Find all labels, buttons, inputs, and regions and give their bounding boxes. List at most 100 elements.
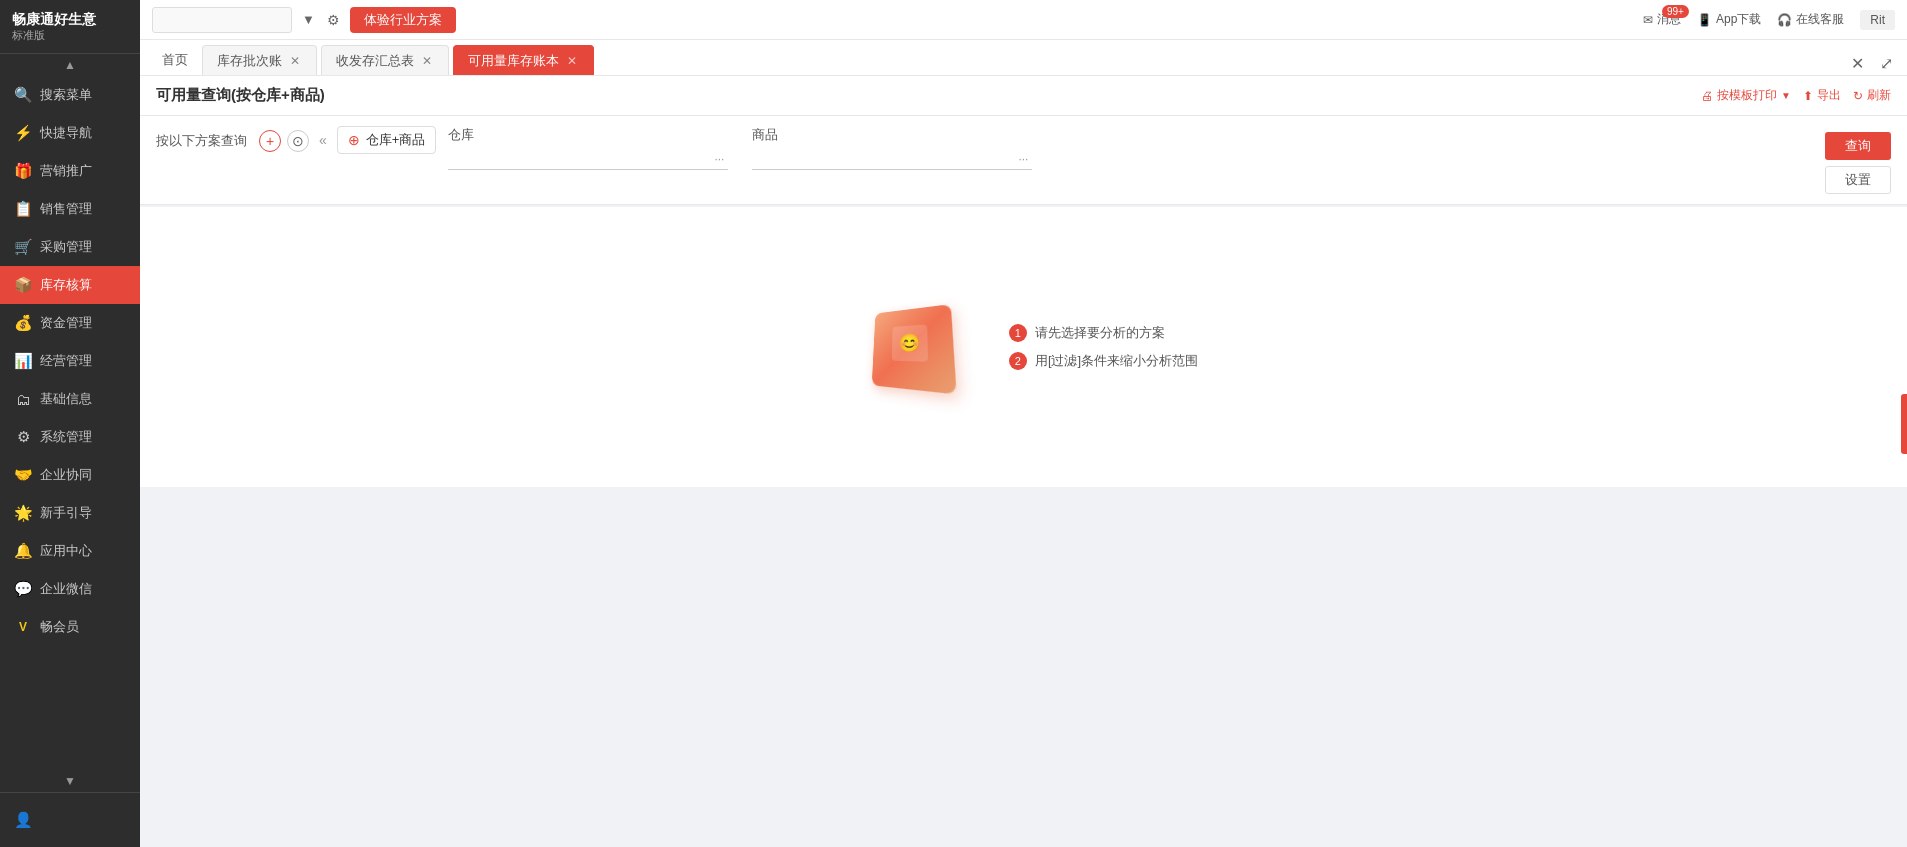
message-icon: ✉ [1643, 13, 1653, 27]
online-service-label: 在线客服 [1796, 11, 1844, 28]
sidebar-item-sales[interactable]: 📋 销售管理 [0, 190, 140, 228]
filter-area-label: 按以下方案查询 [156, 126, 247, 150]
print-icon: 🖨 [1701, 89, 1713, 103]
tab-close-btn[interactable]: ✕ [420, 54, 434, 68]
product-input[interactable] [752, 151, 1014, 166]
tab-close-btn[interactable]: ✕ [565, 54, 579, 68]
warehouse-input[interactable] [448, 151, 710, 166]
clipboard-icon: 📋 [14, 200, 32, 218]
sidebar-item-basic-info[interactable]: 🗂 基础信息 [0, 380, 140, 418]
sidebar-item-app-center[interactable]: 🔔 应用中心 [0, 532, 140, 570]
sidebar: 畅康通好生意 标准版 ▲ 🔍 搜索菜单 ⚡ 快捷导航 🎁 营销推广 📋 销售管理… [0, 0, 140, 847]
topbar-search-area [152, 7, 292, 33]
online-service-btn[interactable]: 🎧 在线客服 [1777, 11, 1844, 28]
settings-gear-btn[interactable]: ⚙ [325, 10, 342, 30]
sidebar-bottom: 👤 [0, 792, 140, 847]
add-scheme-btn[interactable]: + [259, 130, 281, 152]
scroll-up-btn[interactable]: ▲ [0, 54, 140, 76]
tab-batch-account[interactable]: 库存批次账 ✕ [202, 45, 317, 75]
sidebar-item-purchase[interactable]: 🛒 采购管理 [0, 228, 140, 266]
filter-settings-btn[interactable]: 设置 [1825, 166, 1891, 194]
handshake-icon: 🤝 [14, 466, 32, 484]
template-print-btn[interactable]: 🖨 按模板打印 ▼ [1701, 87, 1791, 104]
industry-solution-btn[interactable]: 体验行业方案 [350, 7, 456, 33]
tab-home[interactable]: 首页 [148, 45, 202, 75]
export-icon: ⬆ [1803, 89, 1813, 103]
sidebar-item-label: 销售管理 [40, 200, 92, 218]
tab-close-btn[interactable]: ✕ [288, 54, 302, 68]
tab-inventory-summary[interactable]: 收发存汇总表 ✕ [321, 45, 449, 75]
sidebar-item-label: 搜索菜单 [40, 86, 92, 104]
page-title: 可用量查询(按仓库+商品) [156, 86, 325, 105]
sidebar-item-bottom[interactable]: 👤 [0, 801, 140, 839]
step-num-2: 2 [1009, 352, 1027, 370]
sidebar-item-label: 系统管理 [40, 428, 92, 446]
sidebar-item-marketing[interactable]: 🎁 营销推广 [0, 152, 140, 190]
headset-icon: 🎧 [1777, 13, 1792, 27]
sidebar-item-label: 畅会员 [40, 618, 79, 636]
query-btn[interactable]: 查询 [1825, 132, 1891, 160]
sidebar-item-enterprise[interactable]: 🤝 企业协同 [0, 456, 140, 494]
scroll-down-btn[interactable]: ▼ [0, 770, 140, 792]
bell-icon: 🔔 [14, 542, 32, 560]
user-icon: 👤 [14, 811, 32, 829]
sidebar-item-label: 库存核算 [40, 276, 92, 294]
empty-state-inner: 😊 1 请先选择要分析的方案 2 用[过滤]条件来缩小分析范围 [849, 287, 1198, 407]
sidebar-item-label: 采购管理 [40, 238, 92, 256]
message-btn[interactable]: ✉ 消息 99+ [1643, 11, 1681, 28]
empty-illustration: 😊 [849, 287, 969, 407]
scheme-item-label: 仓库+商品 [366, 131, 426, 149]
page-content: 可用量查询(按仓库+商品) 🖨 按模板打印 ▼ ⬆ 导出 ↻ 刷新 按以下方案 [140, 76, 1907, 847]
search-input[interactable] [152, 7, 292, 33]
refresh-icon: ↻ [1853, 89, 1863, 103]
empty-state: 😊 1 请先选择要分析的方案 2 用[过滤]条件来缩小分析范围 [140, 207, 1907, 487]
message-badge: 99+ [1662, 5, 1689, 18]
sidebar-item-search[interactable]: 🔍 搜索菜单 [0, 76, 140, 114]
sidebar-item-system[interactable]: ⚙ 系统管理 [0, 418, 140, 456]
chat-icon: 💬 [14, 580, 32, 598]
edit-scheme-btn[interactable]: ⊙ [287, 130, 309, 152]
app-download-btn[interactable]: 📱 App下载 [1697, 11, 1761, 28]
query-actions: 查询 设置 [1825, 126, 1891, 194]
dropdown-btn[interactable]: ▼ [300, 10, 317, 29]
sidebar-item-wechat[interactable]: 💬 企业微信 [0, 570, 140, 608]
sidebar-item-inventory[interactable]: 📦 库存核算 [0, 266, 140, 304]
step-num-1: 1 [1009, 324, 1027, 342]
sidebar-item-label: 企业微信 [40, 580, 92, 598]
refresh-btn[interactable]: ↻ 刷新 [1853, 87, 1891, 104]
app-download-label: App下载 [1716, 11, 1761, 28]
chevron-down-icon: ▼ [1781, 90, 1791, 101]
gear-icon: ⚙ [14, 428, 32, 446]
sidebar-item-guide[interactable]: 🌟 新手引导 [0, 494, 140, 532]
product-field-group: 商品 ··· [752, 126, 1032, 170]
scheme-item-warehouse-product[interactable]: ⊕ 仓库+商品 [337, 126, 437, 154]
tab-label: 库存批次账 [217, 52, 282, 70]
warehouse-more-btn[interactable]: ··· [710, 152, 728, 166]
sidebar-item-label: 营销推广 [40, 162, 92, 180]
empty-box-shape: 😊 [872, 304, 957, 394]
product-more-btn[interactable]: ··· [1014, 152, 1032, 166]
tab-available-ledger[interactable]: 可用量库存账本 ✕ [453, 45, 594, 75]
sidebar-item-label: 基础信息 [40, 390, 92, 408]
sidebar-item-label: 快捷导航 [40, 124, 92, 142]
sidebar-item-finance[interactable]: 💰 资金管理 [0, 304, 140, 342]
sidebar-item-member[interactable]: V 畅会员 [0, 608, 140, 646]
tab-label: 可用量库存账本 [468, 52, 559, 70]
scheme-item-icon: ⊕ [348, 132, 360, 148]
sidebar-item-shortcut[interactable]: ⚡ 快捷导航 [0, 114, 140, 152]
right-scroll-hint [1901, 394, 1907, 454]
step-2-text: 用[过滤]条件来缩小分析范围 [1035, 352, 1198, 370]
user-profile-btn[interactable]: Rit [1860, 10, 1895, 30]
warehouse-field-input: ··· [448, 148, 728, 170]
expand-tab-btn[interactable]: ⤢ [1874, 52, 1899, 75]
lightning-icon: ⚡ [14, 124, 32, 142]
main-area: ▼ ⚙ 体验行业方案 ✉ 消息 99+ 📱 App下载 🎧 在线客服 Rit [140, 0, 1907, 847]
export-btn[interactable]: ⬆ 导出 [1803, 87, 1841, 104]
app-name: 畅康通好生意 [12, 10, 128, 28]
product-field-label: 商品 [752, 126, 1032, 144]
collapse-btn[interactable]: « [315, 128, 331, 152]
cart-icon: 🛒 [14, 238, 32, 256]
sidebar-item-operations[interactable]: 📊 经营管理 [0, 342, 140, 380]
close-all-tabs-btn[interactable]: ✕ [1845, 52, 1870, 75]
page-header: 可用量查询(按仓库+商品) 🖨 按模板打印 ▼ ⬆ 导出 ↻ 刷新 [140, 76, 1907, 116]
